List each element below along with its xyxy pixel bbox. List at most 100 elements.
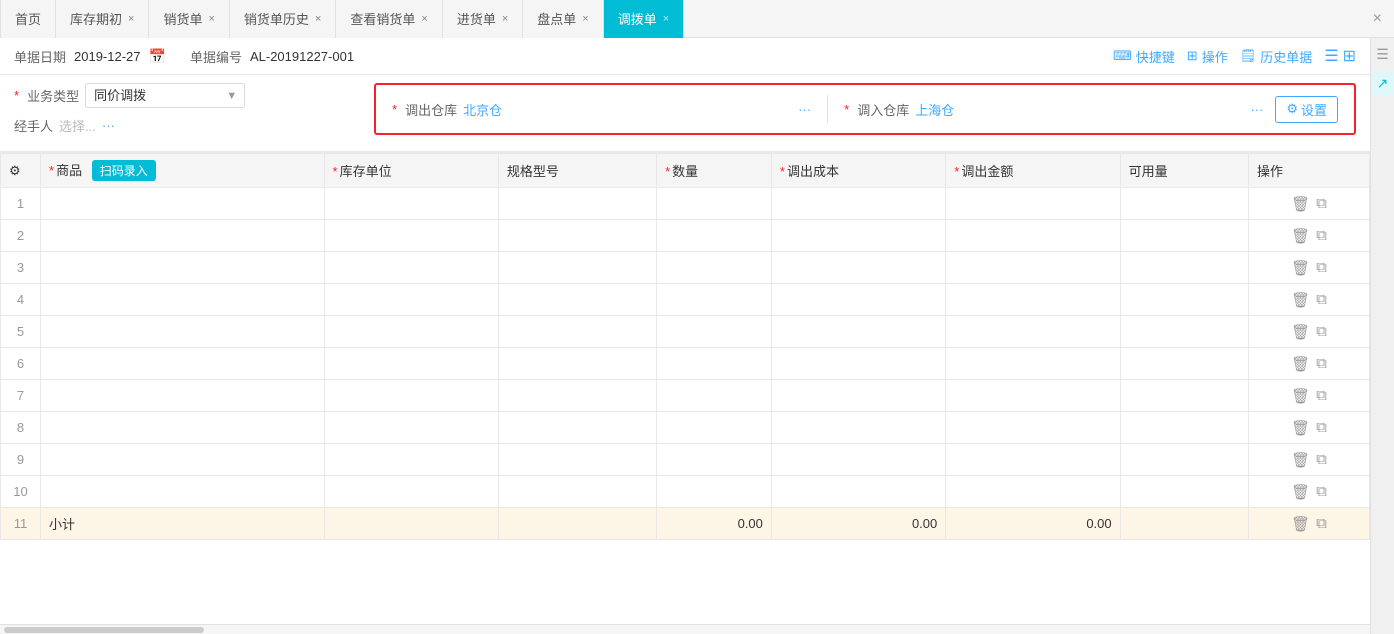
row-spec[interactable] <box>498 188 656 220</box>
history-action[interactable]: 🗒 历史单据 <box>1240 47 1313 66</box>
row-amount[interactable] <box>946 316 1120 348</box>
row-qty[interactable] <box>657 284 772 316</box>
row-cost[interactable] <box>771 348 945 380</box>
row-cost[interactable] <box>771 284 945 316</box>
row-unit[interactable] <box>324 316 498 348</box>
tab-view-sales-close[interactable]: × <box>421 13 427 25</box>
tab-inventory-init-close[interactable]: × <box>128 13 134 25</box>
tab-purchase-order-close[interactable]: × <box>502 13 508 25</box>
row-available[interactable] <box>1120 348 1248 380</box>
row-available[interactable] <box>1120 252 1248 284</box>
row-unit[interactable] <box>324 252 498 284</box>
copy-icon[interactable]: ⧉ <box>1316 387 1327 404</box>
row-cost[interactable] <box>771 220 945 252</box>
operation-action[interactable]: ⊞ 操作 <box>1187 47 1228 66</box>
row-available[interactable] <box>1120 284 1248 316</box>
row-available[interactable] <box>1120 188 1248 220</box>
row-available[interactable] <box>1120 444 1248 476</box>
row-unit[interactable] <box>324 348 498 380</box>
warehouse-out-more-btn[interactable]: ··· <box>798 102 811 117</box>
row-amount[interactable] <box>946 412 1120 444</box>
copy-icon[interactable]: ⧉ <box>1316 259 1327 276</box>
copy-icon[interactable]: ⧉ <box>1316 227 1327 244</box>
row-amount[interactable] <box>946 444 1120 476</box>
row-qty[interactable] <box>657 412 772 444</box>
settings-button[interactable]: ⚙ 设置 <box>1275 96 1338 123</box>
row-unit[interactable] <box>324 476 498 508</box>
delete-icon[interactable]: 🗑 <box>1291 323 1310 341</box>
row-amount[interactable] <box>946 220 1120 252</box>
sidebar-list-icon[interactable]: ☰ <box>1376 42 1389 67</box>
row-amount[interactable] <box>946 252 1120 284</box>
tab-inventory-init[interactable]: 库存期初 × <box>56 0 149 38</box>
row-spec[interactable] <box>498 380 656 412</box>
row-cost[interactable] <box>771 316 945 348</box>
row-spec[interactable] <box>498 220 656 252</box>
handler-more-btn[interactable]: ··· <box>102 118 115 133</box>
row-unit[interactable] <box>324 380 498 412</box>
row-spec[interactable] <box>498 316 656 348</box>
row-product[interactable] <box>41 348 325 380</box>
tab-transfer-close[interactable]: × <box>663 13 669 25</box>
tab-purchase-order[interactable]: 进货单 × <box>443 0 523 38</box>
row-cost[interactable] <box>771 444 945 476</box>
tab-sales-history[interactable]: 销货单历史 × <box>230 0 336 38</box>
row-qty[interactable] <box>657 252 772 284</box>
row-product[interactable] <box>41 252 325 284</box>
row-qty[interactable] <box>657 476 772 508</box>
row-product[interactable] <box>41 316 325 348</box>
row-qty[interactable] <box>657 188 772 220</box>
row-available[interactable] <box>1120 412 1248 444</box>
tab-sales-order-close[interactable]: × <box>208 13 214 25</box>
delete-icon[interactable]: 🗑 <box>1291 259 1310 277</box>
row-unit[interactable] <box>324 188 498 220</box>
row-spec[interactable] <box>498 252 656 284</box>
delete-icon[interactable]: 🗑 <box>1291 195 1310 213</box>
col-gear-header[interactable]: ⚙ <box>1 154 41 188</box>
delete-icon[interactable]: 🗑 <box>1291 483 1310 501</box>
row-unit[interactable] <box>324 284 498 316</box>
row-amount[interactable] <box>946 380 1120 412</box>
row-product[interactable] <box>41 284 325 316</box>
delete-icon[interactable]: 🗑 <box>1291 355 1310 373</box>
row-spec[interactable] <box>498 348 656 380</box>
row-product[interactable] <box>41 220 325 252</box>
row-product[interactable] <box>41 476 325 508</box>
tab-home[interactable]: 首页 <box>0 0 56 38</box>
copy-icon[interactable]: ⧉ <box>1316 515 1327 532</box>
row-product[interactable] <box>41 380 325 412</box>
grid-view-btn[interactable]: ⊞ <box>1343 46 1356 66</box>
window-close-btn[interactable]: × <box>1361 0 1394 38</box>
delete-icon[interactable]: 🗑 <box>1291 291 1310 309</box>
row-spec[interactable] <box>498 444 656 476</box>
copy-icon[interactable]: ⧉ <box>1316 451 1327 468</box>
row-available[interactable] <box>1120 380 1248 412</box>
sidebar-expand-icon[interactable]: ↗ <box>1371 71 1394 96</box>
delete-icon[interactable]: 🗑 <box>1291 451 1310 469</box>
warehouse-in-more-btn[interactable]: ··· <box>1250 102 1263 117</box>
row-available[interactable] <box>1120 220 1248 252</box>
row-qty[interactable] <box>657 444 772 476</box>
copy-icon[interactable]: ⧉ <box>1316 291 1327 308</box>
row-qty[interactable] <box>657 316 772 348</box>
row-qty[interactable] <box>657 380 772 412</box>
copy-icon[interactable]: ⧉ <box>1316 355 1327 372</box>
warehouse-out-value[interactable]: 北京仓 <box>463 100 502 119</box>
warehouse-in-value[interactable]: 上海仓 <box>915 100 954 119</box>
scan-btn[interactable]: 扫码录入 <box>92 160 156 181</box>
row-unit[interactable] <box>324 444 498 476</box>
row-spec[interactable] <box>498 476 656 508</box>
list-view-btn[interactable]: ☰ <box>1324 46 1338 66</box>
tab-stocktake-close[interactable]: × <box>582 13 588 25</box>
delete-icon[interactable]: 🗑 <box>1291 515 1310 533</box>
tab-sales-history-close[interactable]: × <box>315 13 321 25</box>
copy-icon[interactable]: ⧉ <box>1316 483 1327 500</box>
row-unit[interactable] <box>324 220 498 252</box>
row-product[interactable] <box>41 444 325 476</box>
shortcut-action[interactable]: ⌨ 快捷键 <box>1113 47 1175 66</box>
row-spec[interactable] <box>498 412 656 444</box>
row-cost[interactable] <box>771 252 945 284</box>
row-cost[interactable] <box>771 380 945 412</box>
delete-icon[interactable]: 🗑 <box>1291 419 1310 437</box>
row-unit[interactable] <box>324 412 498 444</box>
